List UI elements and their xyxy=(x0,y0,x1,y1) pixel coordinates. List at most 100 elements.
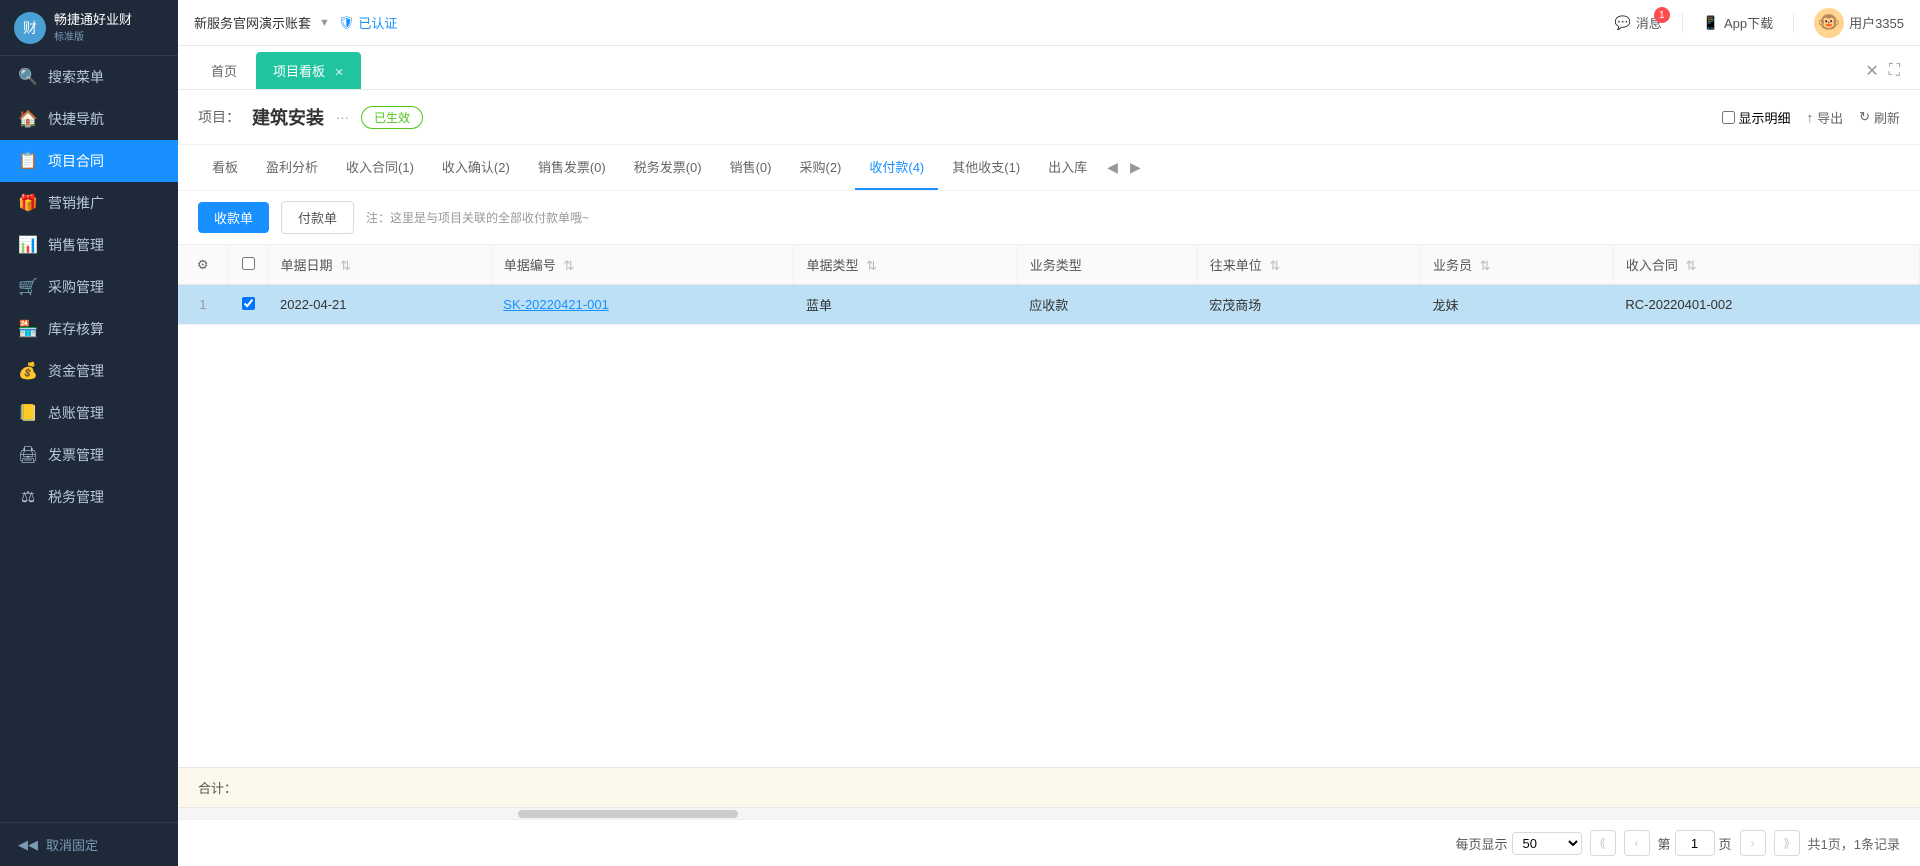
sidebar-label-search: 搜索菜单 xyxy=(48,67,104,87)
close-window-btn[interactable]: ✕ xyxy=(1861,57,1882,85)
per-page-select[interactable]: 50 100 200 xyxy=(1512,832,1582,855)
row-number-link[interactable]: SK-20220421-001 xyxy=(503,297,609,312)
th-type: 单据类型 ⇅ xyxy=(794,245,1017,285)
sidebar-item-finance[interactable]: 💰 资金管理 xyxy=(0,350,178,392)
sidebar-label-marketing: 营销推广 xyxy=(48,193,104,213)
sub-tab-warehouse[interactable]: 出入库 xyxy=(1034,145,1101,190)
sub-tab-sales[interactable]: 销售(0) xyxy=(716,145,786,190)
logo-icon: 财 xyxy=(14,12,46,44)
row-checkbox[interactable] xyxy=(242,297,255,310)
content-area: 项目： 建筑安装 ··· 已生效 显示明细 ↑ 导出 ↻ 刷新 xyxy=(178,90,1920,866)
export-btn[interactable]: ↑ 导出 xyxy=(1807,108,1844,127)
sub-tab-income-confirm[interactable]: 收入确认(2) xyxy=(428,145,524,190)
select-all-checkbox[interactable] xyxy=(242,257,255,270)
th-settings[interactable]: ⚙ xyxy=(178,245,228,285)
page-number-input[interactable] xyxy=(1675,830,1715,856)
column-settings-icon[interactable]: ⚙ xyxy=(197,257,209,272)
sidebar-item-inventory[interactable]: 🏪 库存核算 xyxy=(0,308,178,350)
sidebar-item-purchase[interactable]: 🛒 采购管理 xyxy=(0,266,178,308)
sidebar-item-quick-nav[interactable]: 🏠 快捷导航 xyxy=(0,98,178,140)
tabs-bar: 首页 项目看板 ✕ ✕ ⛶ xyxy=(178,46,1920,90)
pagination: 每页显示 50 100 200 ⟪ ‹ 第 页 › ⟫ 共1页，1条记录 xyxy=(178,819,1920,866)
sales-icon: 📊 xyxy=(18,235,38,255)
sidebar-item-marketing[interactable]: 🎁 营销推广 xyxy=(0,182,178,224)
th-business-type: 业务类型 xyxy=(1017,245,1197,285)
sub-tabs-next-icon[interactable]: ▶ xyxy=(1124,159,1147,176)
mobile-icon: 📱 xyxy=(1703,15,1719,31)
search-icon: 🔍 xyxy=(18,67,38,87)
user-menu[interactable]: 🐵 用户3355 xyxy=(1814,8,1904,38)
sidebar-label-inventory: 库存核算 xyxy=(48,319,104,339)
receipt-btn[interactable]: 收款单 xyxy=(198,202,269,233)
th-date-label: 单据日期 xyxy=(281,258,333,273)
purchase-icon: 🛒 xyxy=(18,277,38,297)
sub-tab-collection[interactable]: 收付款(4) xyxy=(855,145,938,190)
th-number-label: 单据编号 xyxy=(504,258,556,273)
sub-tab-purchase[interactable]: 采购(2) xyxy=(785,145,855,190)
sidebar-unpin-btn[interactable]: ◀◀ 取消固定 xyxy=(0,822,178,866)
tab-project-board-label: 项目看板 xyxy=(273,64,325,79)
app-download-btn[interactable]: 📱 App下载 xyxy=(1703,13,1773,32)
sort-date-icon[interactable]: ⇅ xyxy=(340,258,351,273)
refresh-btn[interactable]: ↻ 刷新 xyxy=(1859,108,1900,127)
horizontal-scrollbar[interactable] xyxy=(178,807,1920,819)
more-options-icon[interactable]: ··· xyxy=(336,110,349,125)
sort-partner-icon[interactable]: ⇅ xyxy=(1269,258,1280,273)
page-next-btn[interactable]: › xyxy=(1740,830,1766,856)
sidebar-item-project-contract[interactable]: 📋 项目合同 xyxy=(0,140,178,182)
avatar: 🐵 xyxy=(1814,8,1844,38)
unpin-icon: ◀◀ xyxy=(18,837,38,853)
sidebar-item-invoice[interactable]: 🖨 发票管理 xyxy=(0,434,178,476)
sub-tab-income-contract[interactable]: 收入合同(1) xyxy=(332,145,428,190)
sub-tab-profit[interactable]: 盈利分析 xyxy=(252,145,332,190)
sort-type-icon[interactable]: ⇅ xyxy=(866,258,877,273)
filter-bar: 收款单 付款单 注：这里是与项目关联的全部收付款单哦~ xyxy=(178,191,1920,245)
sub-tab-kanban-label: 看板 xyxy=(212,160,238,175)
sort-number-icon[interactable]: ⇅ xyxy=(563,258,574,273)
sidebar-item-tax[interactable]: ⚖ 税务管理 xyxy=(0,476,178,518)
tab-close-icon[interactable]: ✕ xyxy=(335,67,344,79)
sidebar-item-search[interactable]: 🔍 搜索菜单 xyxy=(0,56,178,98)
tab-project-board[interactable]: 项目看板 ✕ xyxy=(256,52,361,89)
sort-income-contract-icon[interactable]: ⇅ xyxy=(1686,258,1697,273)
payment-btn[interactable]: 付款单 xyxy=(281,201,354,234)
tab-home[interactable]: 首页 xyxy=(194,52,254,89)
table-row[interactable]: 1 2022-04-21 SK-20220421-001 蓝单 应收款 宏茂商场… xyxy=(178,285,1920,325)
sidebar-label-purchase: 采购管理 xyxy=(48,277,104,297)
page-prev-btn[interactable]: ‹ xyxy=(1624,830,1650,856)
scroll-thumb[interactable] xyxy=(518,810,738,818)
sort-salesperson-icon[interactable]: ⇅ xyxy=(1480,258,1491,273)
table-body: 1 2022-04-21 SK-20220421-001 蓝单 应收款 宏茂商场… xyxy=(178,285,1920,325)
sub-tab-purchase-label: 采购(2) xyxy=(799,160,841,175)
maximize-window-btn[interactable]: ⛶ xyxy=(1885,58,1904,84)
th-partner-label: 往来单位 xyxy=(1210,258,1262,273)
show-detail-input[interactable] xyxy=(1722,111,1735,124)
verified-label: 已认证 xyxy=(358,13,397,32)
sidebar-label-quick-nav: 快捷导航 xyxy=(48,109,104,129)
data-table: ⚙ 单据日期 ⇅ 单据编号 ⇅ xyxy=(178,245,1920,325)
show-detail-checkbox[interactable]: 显示明细 xyxy=(1722,108,1791,127)
sub-tab-sales-invoice[interactable]: 销售发票(0) xyxy=(524,145,620,190)
sub-tab-tax-invoice[interactable]: 税务发票(0) xyxy=(620,145,716,190)
verified-badge: 🛡 已认证 xyxy=(338,13,398,32)
status-badge: 已生效 xyxy=(361,106,423,129)
account-dropdown-icon[interactable]: ▼ xyxy=(319,17,330,29)
page-first-btn[interactable]: ⟪ xyxy=(1590,830,1616,856)
sidebar-label-invoice: 发票管理 xyxy=(48,445,104,465)
sub-tab-kanban[interactable]: 看板 xyxy=(198,145,252,190)
shield-icon: 🛡 xyxy=(338,15,355,31)
row-type: 蓝单 xyxy=(794,285,1017,325)
sidebar-footer-label: 取消固定 xyxy=(46,835,98,854)
page-label: 第 xyxy=(1658,834,1671,853)
sidebar-item-ledger[interactable]: 📒 总账管理 xyxy=(0,392,178,434)
sub-tab-profit-label: 盈利分析 xyxy=(266,160,318,175)
sidebar-label-project: 项目合同 xyxy=(48,151,104,171)
sub-tabs-prev-icon[interactable]: ◀ xyxy=(1101,159,1124,176)
header-divider2 xyxy=(1793,13,1794,33)
th-partner: 往来单位 ⇅ xyxy=(1197,245,1420,285)
th-income-contract-label: 收入合同 xyxy=(1626,258,1678,273)
page-last-btn[interactable]: ⟫ xyxy=(1774,830,1800,856)
sidebar-item-sales[interactable]: 📊 销售管理 xyxy=(0,224,178,266)
messages-btn[interactable]: 💬 消息 1 xyxy=(1615,13,1662,32)
sub-tab-other-expense[interactable]: 其他收支(1) xyxy=(938,145,1034,190)
